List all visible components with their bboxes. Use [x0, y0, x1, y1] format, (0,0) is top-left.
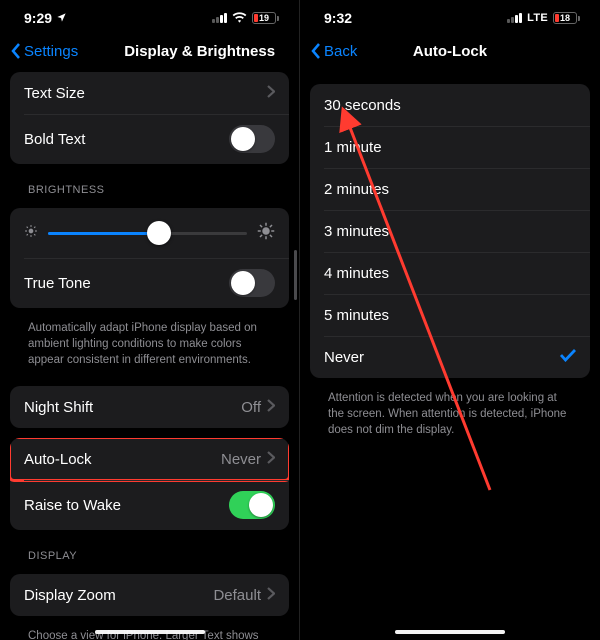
row-bold-text[interactable]: Bold Text: [10, 114, 289, 164]
row-auto-lock[interactable]: Auto-Lock Never: [10, 438, 289, 480]
wifi-icon: [232, 11, 247, 26]
option-30-seconds[interactable]: 30 seconds: [310, 84, 590, 126]
network-label: LTE: [527, 12, 548, 24]
row-raise-to-wake[interactable]: Raise to Wake: [10, 480, 289, 530]
option-1-minute[interactable]: 1 minute: [310, 126, 590, 168]
row-true-tone[interactable]: True Tone: [10, 258, 289, 308]
chevron-right-icon: [267, 451, 275, 468]
label: Text Size: [24, 85, 85, 102]
chevron-right-icon: [267, 399, 275, 416]
home-indicator[interactable]: [395, 630, 505, 634]
nav-bar: Back Auto-Lock: [300, 32, 600, 70]
cellular-signal-icon: [507, 13, 522, 23]
label: Display Zoom: [24, 587, 116, 604]
home-indicator[interactable]: [95, 630, 205, 634]
label: 1 minute: [324, 139, 382, 156]
nav-bar: Settings Display & Brightness: [0, 32, 299, 70]
label: 2 minutes: [324, 181, 389, 198]
screenshot-auto-lock: 9:32 LTE 18 Back Auto-Lock 30 seconds 1 …: [300, 0, 600, 640]
label: 30 seconds: [324, 97, 401, 114]
screenshot-display-brightness: 9:29 19 Settings Display & Brightnes: [0, 0, 300, 640]
brightness-slider-row[interactable]: [10, 208, 289, 258]
back-button[interactable]: Settings: [10, 42, 78, 60]
label: Bold Text: [24, 131, 85, 148]
section-display: DISPLAY: [10, 540, 289, 566]
status-bar: 9:32 LTE 18: [300, 0, 600, 32]
option-5-minutes[interactable]: 5 minutes: [310, 294, 590, 336]
battery-icon: 18: [553, 12, 580, 24]
battery-icon: 19: [252, 12, 279, 24]
chevron-right-icon: [267, 587, 275, 604]
true-tone-toggle[interactable]: [229, 269, 275, 297]
sun-large-icon: [257, 222, 275, 244]
row-display-zoom[interactable]: Display Zoom Default: [10, 574, 289, 616]
bold-text-toggle[interactable]: [229, 125, 275, 153]
back-button[interactable]: Back: [310, 42, 357, 60]
night-shift-group: Night Shift Off: [10, 386, 289, 428]
option-never[interactable]: Never: [310, 336, 590, 378]
back-label: Settings: [24, 43, 78, 60]
label: Raise to Wake: [24, 497, 121, 514]
row-night-shift[interactable]: Night Shift Off: [10, 386, 289, 428]
chevron-left-icon: [310, 42, 322, 60]
label: 5 minutes: [324, 307, 389, 324]
brightness-group: True Tone: [10, 208, 289, 308]
option-2-minutes[interactable]: 2 minutes: [310, 168, 590, 210]
label: 3 minutes: [324, 223, 389, 240]
row-text-size[interactable]: Text Size: [10, 72, 289, 114]
label: Never: [324, 349, 364, 366]
auto-lock-options: 30 seconds 1 minute 2 minutes 3 minutes …: [310, 84, 590, 378]
value: Default: [213, 587, 261, 604]
back-label: Back: [324, 43, 357, 60]
label: Night Shift: [24, 399, 93, 416]
option-4-minutes[interactable]: 4 minutes: [310, 252, 590, 294]
value: Off: [241, 399, 261, 416]
status-bar: 9:29 19: [0, 0, 299, 32]
page-title: Display & Brightness: [84, 43, 275, 60]
chevron-right-icon: [267, 85, 275, 102]
label: 4 minutes: [324, 265, 389, 282]
checkmark-icon: [560, 348, 576, 366]
scroll-indicator: [294, 250, 297, 300]
value: Never: [221, 451, 261, 468]
true-tone-note: Automatically adapt iPhone display based…: [10, 318, 289, 378]
lock-group: Auto-Lock Never Raise to Wake: [10, 438, 289, 530]
label: True Tone: [24, 275, 91, 292]
chevron-left-icon: [10, 42, 22, 60]
attention-note: Attention is detected when you are looki…: [310, 388, 590, 448]
option-3-minutes[interactable]: 3 minutes: [310, 210, 590, 252]
sun-small-icon: [24, 224, 38, 242]
status-time: 9:29: [24, 10, 52, 26]
location-icon: [56, 10, 67, 26]
display-group: Display Zoom Default: [10, 574, 289, 616]
brightness-slider[interactable]: [48, 232, 247, 235]
section-brightness: BRIGHTNESS: [10, 174, 289, 200]
status-time: 9:32: [324, 10, 352, 26]
text-group: Text Size Bold Text: [10, 72, 289, 164]
raise-to-wake-toggle[interactable]: [229, 491, 275, 519]
label: Auto-Lock: [24, 451, 92, 468]
cellular-signal-icon: [212, 13, 227, 23]
